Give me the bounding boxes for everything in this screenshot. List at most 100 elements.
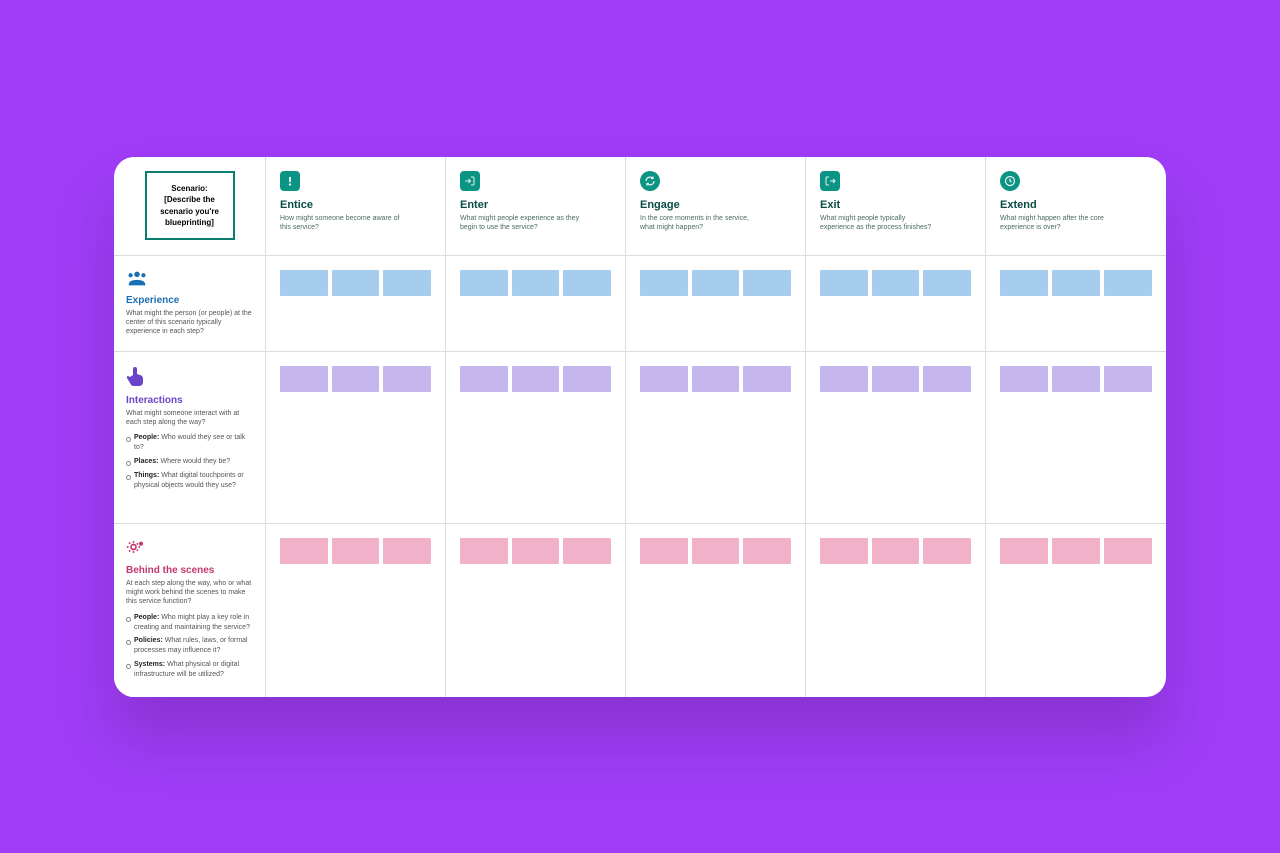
cards-interactions-enter[interactable]	[446, 352, 626, 524]
cards-interactions-extend[interactable]	[986, 352, 1166, 524]
stage-enter: Enter What might people experience as th…	[446, 157, 626, 256]
row-label-interactions: Interactions What might someone interact…	[114, 352, 266, 524]
card[interactable]	[640, 538, 688, 564]
blueprint-canvas[interactable]: Scenario: [Describe the scenario you're …	[114, 157, 1166, 697]
card[interactable]	[280, 270, 328, 296]
cards-experience-engage[interactable]	[626, 256, 806, 352]
card[interactable]	[332, 366, 380, 392]
row-desc: What might someone interact with at each…	[126, 409, 253, 428]
card[interactable]	[383, 538, 431, 564]
bullet: Places: Where would they be?	[126, 457, 253, 467]
bullet: Systems: What physical or digital infras…	[126, 660, 253, 680]
stage-title: Engage	[640, 199, 791, 211]
card[interactable]	[512, 270, 560, 296]
stage-desc: What might people experience as they beg…	[460, 214, 580, 233]
bullet: People: Who would they see or talk to?	[126, 433, 253, 453]
card[interactable]	[332, 270, 380, 296]
card[interactable]	[383, 366, 431, 392]
stage-exit: Exit What might people typically experie…	[806, 157, 986, 256]
exit-icon	[820, 171, 840, 191]
cards-behind-engage[interactable]	[626, 524, 806, 697]
card[interactable]	[1000, 270, 1048, 296]
stage-title: Entice	[280, 199, 431, 211]
bullet: Things: What digital touchpoints or phys…	[126, 471, 253, 491]
row-label-experience: Experience What might the person (or peo…	[114, 256, 266, 352]
card[interactable]	[563, 366, 611, 392]
cards-experience-exit[interactable]	[806, 256, 986, 352]
card[interactable]	[332, 538, 380, 564]
card[interactable]	[460, 366, 508, 392]
cards-experience-extend[interactable]	[986, 256, 1166, 352]
card[interactable]	[280, 538, 328, 564]
enter-icon	[460, 171, 480, 191]
stage-title: Enter	[460, 199, 611, 211]
people-icon	[126, 270, 253, 291]
card[interactable]	[923, 270, 971, 296]
gear-icon	[126, 538, 253, 561]
card[interactable]	[460, 538, 508, 564]
stage-desc: What might people typically experience a…	[820, 214, 940, 233]
card[interactable]	[512, 366, 560, 392]
cards-experience-entice[interactable]	[266, 256, 446, 352]
stage-extend: Extend What might happen after the core …	[986, 157, 1166, 256]
stage-engage: Engage In the core moments in the servic…	[626, 157, 806, 256]
card[interactable]	[460, 270, 508, 296]
row-title: Behind the scenes	[126, 565, 253, 576]
card[interactable]	[383, 270, 431, 296]
card[interactable]	[692, 538, 740, 564]
card[interactable]	[872, 366, 920, 392]
card[interactable]	[512, 538, 560, 564]
cards-behind-enter[interactable]	[446, 524, 626, 697]
card[interactable]	[1052, 366, 1100, 392]
row-desc: At each step along the way, who or what …	[126, 579, 253, 607]
card[interactable]	[563, 538, 611, 564]
row-desc: What might the person (or people) at the…	[126, 309, 253, 337]
clock-icon	[1000, 171, 1020, 191]
card[interactable]	[692, 270, 740, 296]
bullet: People: Who might play a key role in cre…	[126, 613, 253, 633]
scenario-label: Scenario:	[155, 183, 225, 194]
row-bullets: People: Who might play a key role in cre…	[126, 613, 253, 680]
card[interactable]	[563, 270, 611, 296]
exclamation-icon	[280, 171, 300, 191]
cards-interactions-engage[interactable]	[626, 352, 806, 524]
scenario-box[interactable]: Scenario: [Describe the scenario you're …	[145, 171, 235, 240]
stage-entice: Entice How might someone become aware of…	[266, 157, 446, 256]
card[interactable]	[1000, 538, 1048, 564]
card[interactable]	[640, 270, 688, 296]
cards-interactions-entice[interactable]	[266, 352, 446, 524]
scenario-placeholder: [Describe the scenario you're blueprinti…	[155, 194, 225, 228]
card[interactable]	[872, 538, 920, 564]
card[interactable]	[820, 366, 868, 392]
stage-desc: How might someone become aware of this s…	[280, 214, 400, 233]
cards-interactions-exit[interactable]	[806, 352, 986, 524]
card[interactable]	[872, 270, 920, 296]
stage-desc: What might happen after the core experie…	[1000, 214, 1120, 233]
card[interactable]	[1104, 366, 1152, 392]
card[interactable]	[640, 366, 688, 392]
card[interactable]	[1052, 270, 1100, 296]
card[interactable]	[743, 366, 791, 392]
cards-behind-extend[interactable]	[986, 524, 1166, 697]
scenario-cell: Scenario: [Describe the scenario you're …	[114, 157, 266, 256]
cards-experience-enter[interactable]	[446, 256, 626, 352]
cards-behind-entice[interactable]	[266, 524, 446, 697]
card[interactable]	[923, 538, 971, 564]
card[interactable]	[1104, 538, 1152, 564]
stage-title: Exit	[820, 199, 971, 211]
card[interactable]	[820, 270, 868, 296]
stage-desc: In the core moments in the service, what…	[640, 214, 760, 233]
card[interactable]	[743, 538, 791, 564]
card[interactable]	[743, 270, 791, 296]
card[interactable]	[1000, 366, 1048, 392]
card[interactable]	[692, 366, 740, 392]
card[interactable]	[923, 366, 971, 392]
row-bullets: People: Who would they see or talk to? P…	[126, 433, 253, 490]
stage-title: Extend	[1000, 199, 1152, 211]
cards-behind-exit[interactable]	[806, 524, 986, 697]
card[interactable]	[820, 538, 868, 564]
card[interactable]	[1052, 538, 1100, 564]
card[interactable]	[1104, 270, 1152, 296]
row-title: Interactions	[126, 395, 253, 406]
card[interactable]	[280, 366, 328, 392]
